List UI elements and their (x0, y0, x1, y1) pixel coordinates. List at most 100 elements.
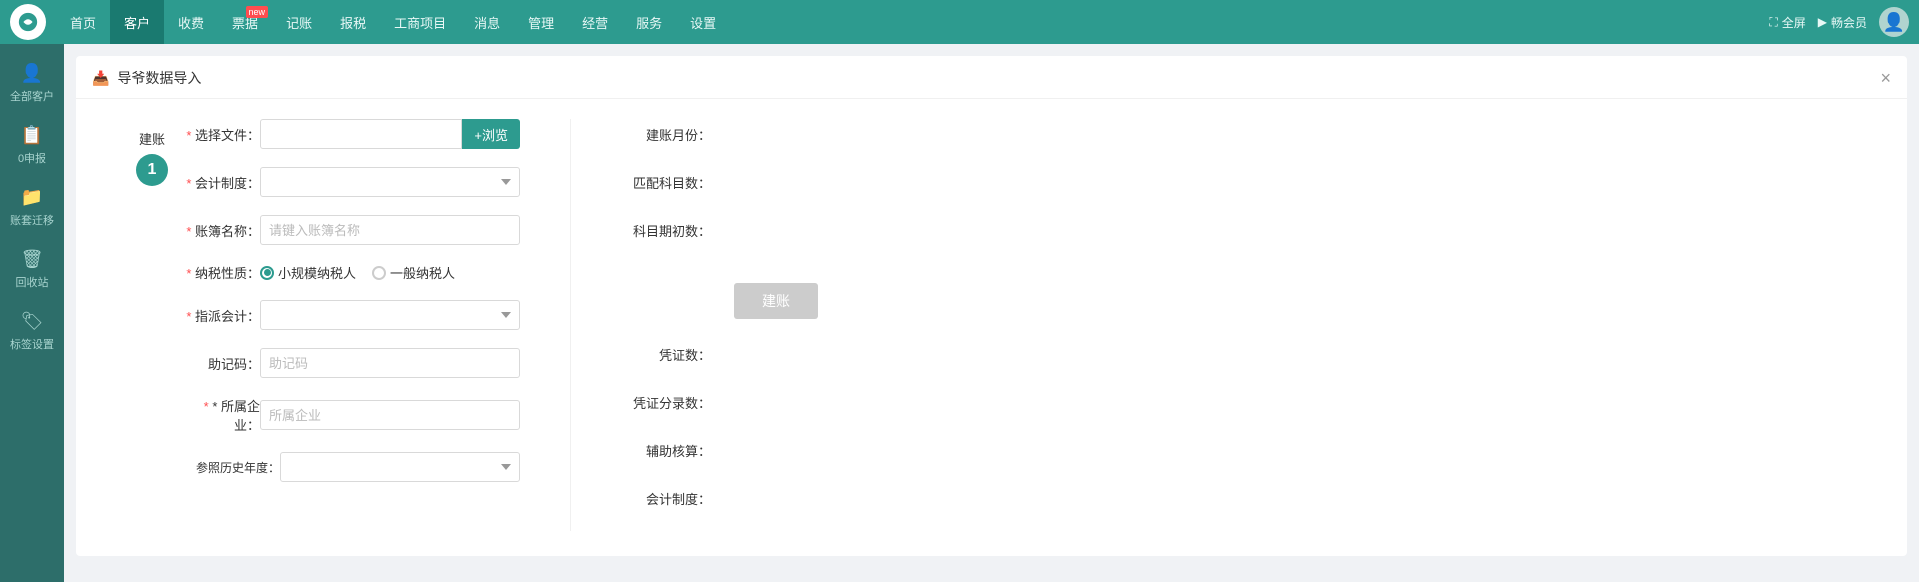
accountant-label: 指派会计： (180, 306, 260, 325)
browse-button[interactable]: +浏览 (462, 119, 520, 149)
nav-business[interactable]: 工商项目 (380, 0, 460, 44)
voucher-entries-label: 凭证分录数： (621, 393, 711, 412)
file-select-row: 选择文件： +浏览 (180, 119, 520, 149)
memo-row: 助记码： (180, 348, 520, 378)
subject-initial-value (711, 215, 921, 245)
sidebar-label-trash: 回收站 (16, 274, 49, 290)
sidebar-item-all-customers[interactable]: 👤 全部客户 (0, 52, 64, 114)
file-input-group: +浏览 (260, 119, 520, 149)
vip-button[interactable]: ▶ 畅会员 (1818, 14, 1867, 31)
file-text-input[interactable] (260, 119, 462, 149)
memo-label: 助记码： (180, 354, 260, 373)
match-subjects-label: 匹配科目数： (621, 173, 711, 192)
accounting-system-select[interactable] (260, 167, 520, 197)
logo (10, 4, 46, 40)
sidebar-label-all-customers: 全部客户 (10, 88, 54, 104)
step-label: 建账 (139, 129, 165, 148)
nav-operations[interactable]: 经营 (568, 0, 622, 44)
sidebar-label-declare: 0申报 (18, 150, 46, 166)
tax-general-label: 一般纳税人 (390, 263, 455, 282)
nav-customer[interactable]: 客户 (110, 0, 164, 44)
accounting-system-row: 会计制度： (180, 167, 520, 197)
voucher-count-row: 凭证数： (621, 339, 921, 369)
sidebar-item-tags[interactable]: 🏷 标签设置 (0, 300, 64, 362)
nav-menu: 首页 客户 收费 票据 new 记账 报税 工商项目 消息 管理 经营 服务 设… (56, 0, 1769, 44)
match-subjects-value (711, 167, 921, 197)
subject-initial-label: 科目期初数： (621, 221, 711, 240)
avatar[interactable]: 👤 (1879, 7, 1909, 37)
fullscreen-icon: ⛶ (1769, 15, 1777, 30)
history-year-select[interactable] (280, 452, 520, 482)
step-badge: 1 (136, 154, 168, 186)
ledger-name-label: 账簿名称： (180, 221, 260, 240)
nav-home[interactable]: 首页 (56, 0, 110, 44)
vip-icon: ▶ (1818, 15, 1827, 29)
build-month-value (711, 119, 921, 149)
accountant-row: 指派会计： (180, 300, 520, 330)
fullscreen-button[interactable]: ⛶ 全屏 (1769, 14, 1805, 31)
tax-general[interactable]: 一般纳税人 (372, 263, 455, 282)
radio-small-scale-dot (260, 266, 274, 280)
migrate-icon: 📁 (21, 186, 43, 208)
import-panel: 📥 导爷数据导入 × 建账 1 选择文件： (76, 56, 1907, 556)
ledger-name-row: 账簿名称： (180, 215, 520, 245)
nav-settings[interactable]: 设置 (676, 0, 730, 44)
close-button[interactable]: × (1880, 69, 1891, 87)
nav-bookkeeping[interactable]: 记账 (272, 0, 326, 44)
file-label: 选择文件： (180, 125, 260, 144)
all-customers-icon: 👤 (21, 62, 43, 84)
subject-initial-row: 科目期初数： (621, 215, 921, 245)
nav-billing[interactable]: 收费 (164, 0, 218, 44)
ledger-name-input[interactable] (260, 215, 520, 245)
tags-icon: 🏷 (21, 310, 43, 332)
trash-icon: 🗑 (21, 248, 43, 270)
voucher-count-value (711, 339, 921, 369)
sidebar-item-trash[interactable]: 🗑 回收站 (0, 238, 64, 300)
sidebar-label-migrate: 账套迁移 (10, 212, 54, 228)
accounting-system-label: 会计制度： (180, 173, 260, 192)
main-layout: 👤 全部客户 📋 0申报 📁 账套迁移 🗑 回收站 🏷 标签设置 📥 导 (0, 44, 1919, 582)
match-subjects-row: 匹配科目数： (621, 167, 921, 197)
sidebar-item-migrate[interactable]: 📁 账套迁移 (0, 176, 64, 238)
tax-small-scale-label: 小规模纳税人 (278, 263, 356, 282)
tax-nature-radio-group: 小规模纳税人 一般纳税人 (260, 263, 455, 282)
nav-management[interactable]: 管理 (514, 0, 568, 44)
content-area: 📥 导爷数据导入 × 建账 1 选择文件： (64, 44, 1919, 582)
import-icon: 📥 (92, 70, 109, 87)
panel-header: 📥 导爷数据导入 × (76, 56, 1907, 99)
sidebar-label-tags: 标签设置 (10, 336, 54, 352)
aux-accounting-row: 辅助核算： (621, 435, 921, 465)
nav-message[interactable]: 消息 (460, 0, 514, 44)
build-btn-container: 建账 (621, 263, 921, 319)
voucher-entries-value (711, 387, 921, 417)
company-input[interactable] (260, 400, 520, 430)
nav-service[interactable]: 服务 (622, 0, 676, 44)
history-year-label: 参照历史年度： (180, 459, 280, 476)
aux-accounting-label: 辅助核算： (621, 441, 711, 460)
aux-accounting-value (711, 435, 921, 465)
sidebar-item-declare[interactable]: 📋 0申报 (0, 114, 64, 176)
nav-invoice[interactable]: 票据 new (218, 0, 272, 44)
nav-tax[interactable]: 报税 (326, 0, 380, 44)
step-section: 建账 1 (136, 119, 168, 186)
nav-right-area: ⛶ 全屏 ▶ 畅会员 👤 (1769, 7, 1909, 37)
build-month-label: 建账月份： (621, 125, 711, 144)
left-form: 选择文件： +浏览 会计制度： (180, 119, 520, 500)
tax-small-scale[interactable]: 小规模纳税人 (260, 263, 356, 282)
build-account-button[interactable]: 建账 (734, 283, 818, 319)
top-navigation: 首页 客户 收费 票据 new 记账 报税 工商项目 消息 管理 经营 服务 设… (0, 0, 1919, 44)
step-row: 建账 1 选择文件： +浏览 (136, 119, 520, 531)
history-year-row: 参照历史年度： (180, 452, 520, 482)
radio-general-dot (372, 266, 386, 280)
right-accounting-system-value (711, 483, 921, 513)
tax-nature-label: 纳税性质： (180, 263, 260, 282)
panel-title: 📥 导爷数据导入 (92, 68, 201, 88)
memo-input[interactable] (260, 348, 520, 378)
form-divider (570, 119, 571, 531)
avatar-icon: 👤 (1883, 12, 1905, 33)
form-container: 建账 1 选择文件： +浏览 (76, 99, 1907, 551)
right-accounting-system-label: 会计制度： (621, 489, 711, 508)
accountant-select[interactable] (260, 300, 520, 330)
declare-icon: 📋 (21, 124, 43, 146)
company-label: * 所属企业： (180, 396, 260, 434)
